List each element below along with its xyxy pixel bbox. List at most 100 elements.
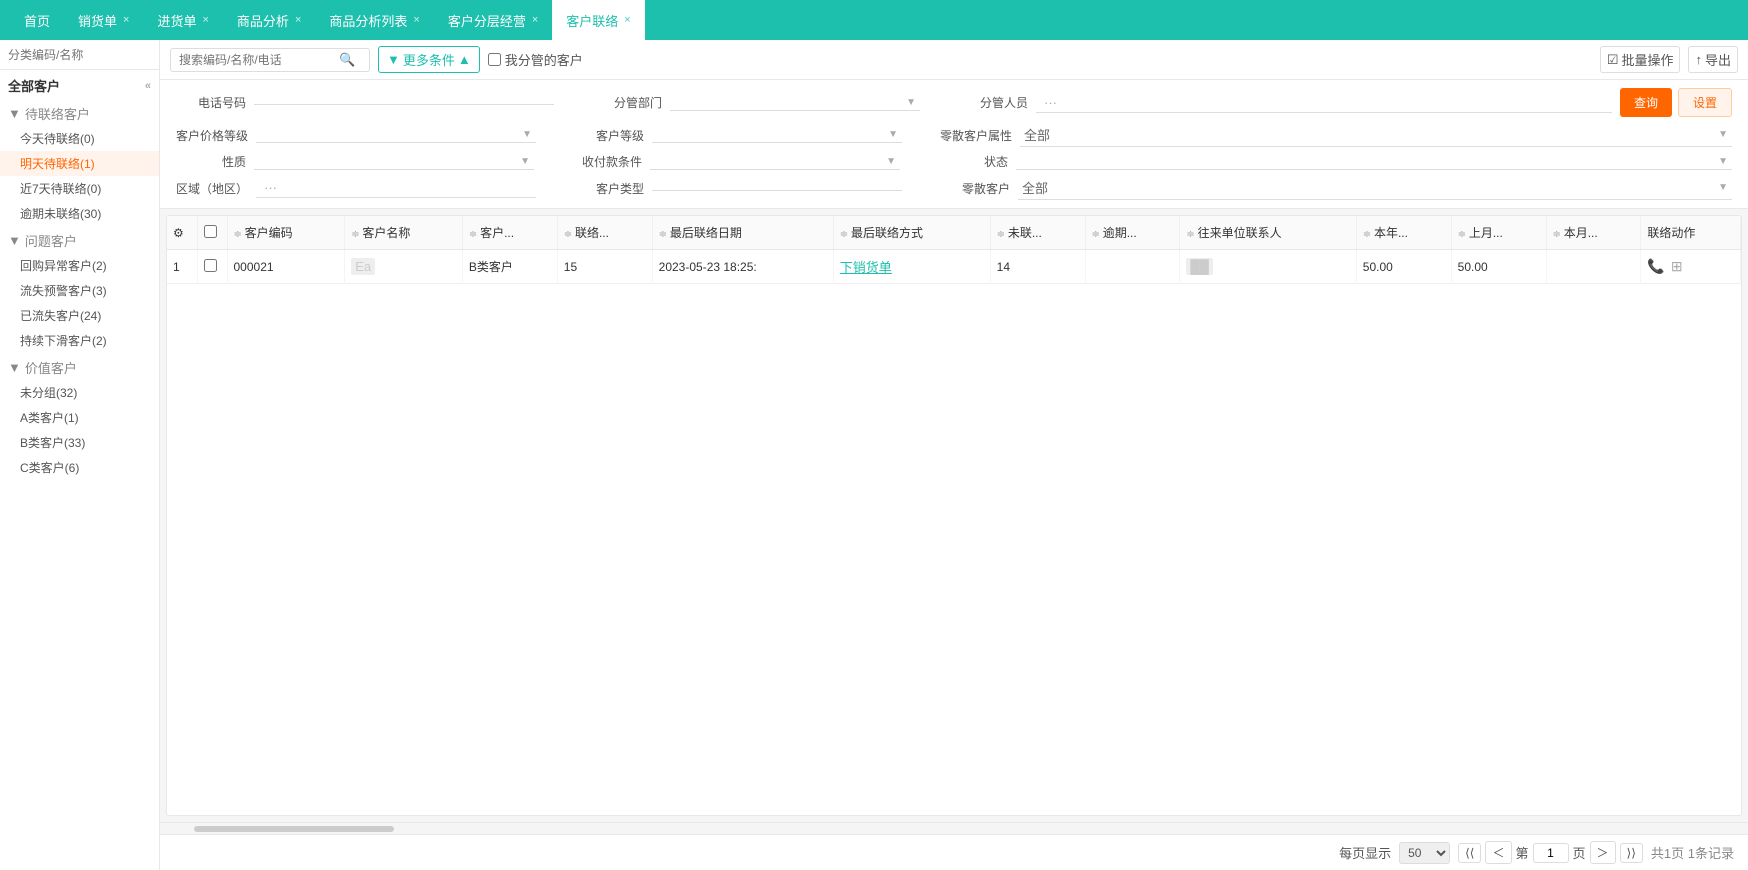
th-type[interactable]: 客户... — [462, 216, 557, 250]
sidebar-item-lost-customers[interactable]: 已流失客户(24) — [0, 303, 159, 328]
close-icon[interactable]: × — [202, 14, 208, 26]
last-page-btn[interactable]: ⟩⟩ — [1620, 843, 1643, 863]
sidebar-item-declining-customers[interactable]: 持续下滑客户(2) — [0, 328, 159, 353]
filter-select-status[interactable]: ▼ — [1016, 154, 1732, 170]
filter-panel: 电话号码 分管部门 ▼ 分管人员 ··· 查询 设置 客户价格等级 — [160, 80, 1748, 209]
filter-input-customer-type[interactable] — [652, 186, 902, 191]
group-value-customers[interactable]: ▼ 价值客户 — [0, 353, 159, 380]
toolbar-right: ☑ 批量操作 ↑ 导出 — [1600, 46, 1738, 73]
td-overdue — [1085, 250, 1180, 284]
th-last-month[interactable]: 上月... — [1451, 216, 1546, 250]
prev-page-btn[interactable]: ＜ — [1485, 841, 1511, 864]
grid-icon[interactable]: ⊞ — [1671, 258, 1683, 275]
th-this-month[interactable]: 本月... — [1546, 216, 1641, 250]
th-unlinked[interactable]: 未联... — [990, 216, 1085, 250]
nav-item-analysis[interactable]: 商品分析 × — [223, 0, 315, 40]
nav-item-analysis-list[interactable]: 商品分析列表 × — [315, 0, 433, 40]
my-customers-checkbox[interactable]: 我分管的客户 — [488, 50, 583, 69]
close-icon[interactable]: × — [123, 14, 129, 26]
row-checkbox[interactable] — [204, 259, 217, 272]
filter-select-price-level[interactable]: ▼ — [256, 127, 536, 143]
horizontal-scrollbar[interactable] — [160, 822, 1748, 834]
th-this-year[interactable]: 本年... — [1356, 216, 1451, 250]
th-settings[interactable]: ⚙ — [167, 216, 197, 250]
filter-select-scattered-attr[interactable]: 全部 ▼ — [1020, 123, 1732, 147]
filter-label-customer-type: 客户类型 — [574, 180, 644, 197]
sidebar-item-a-customers[interactable]: A类客户(1) — [0, 405, 159, 430]
sidebar-item-today-contact[interactable]: 今天待联络(0) — [0, 126, 159, 151]
nav-item-sales[interactable]: 销货单 × — [64, 0, 143, 40]
more-conditions-btn[interactable]: ▼ 更多条件 ▲ — [378, 46, 480, 73]
th-name[interactable]: 客户名称 — [345, 216, 463, 250]
filter-label-customer-level: 客户等级 — [574, 127, 644, 144]
th-contact-count[interactable]: 联络... — [557, 216, 652, 250]
filter-input-region[interactable]: ··· — [256, 178, 536, 198]
chevron-down-icon: ▼ — [888, 129, 898, 140]
filter-select-customer-level[interactable]: ▼ — [652, 127, 902, 143]
th-unit-contact[interactable]: 往来单位联系人 — [1180, 216, 1356, 250]
filter-select-nature[interactable]: ▼ — [254, 154, 534, 170]
close-icon[interactable]: × — [624, 14, 630, 26]
select-all-checkbox[interactable] — [204, 225, 217, 238]
sidebar-search-area: 🔍 — [0, 40, 159, 70]
filter-select-payment[interactable]: ▼ — [650, 154, 900, 170]
group-problem-customers[interactable]: ▼ 问题客户 — [0, 226, 159, 253]
th-action: 联络动作 — [1641, 216, 1741, 250]
sidebar-item-ungrouped[interactable]: 未分组(32) — [0, 380, 159, 405]
last-contact-link[interactable]: 下销货单 — [840, 260, 892, 275]
sidebar-item-overdue-contact[interactable]: 逾期未联络(30) — [0, 201, 159, 226]
main-search-input[interactable] — [179, 53, 339, 67]
chevron-down-icon: ▼ — [1718, 156, 1728, 167]
td-last-contact-way[interactable]: 下销货单 — [833, 250, 990, 284]
collapse-icon[interactable]: « — [145, 80, 151, 92]
nav-item-customer-layering[interactable]: 客户分层经营 × — [434, 0, 552, 40]
filter-label-scattered: 零散客户 — [940, 180, 1010, 197]
scrollbar-thumb[interactable] — [194, 826, 394, 832]
th-checkbox[interactable] — [197, 216, 227, 250]
my-customers-check[interactable] — [488, 53, 501, 66]
filter-row-4: 区域（地区） ··· 客户类型 零散客户 全部 ▼ — [176, 176, 1732, 200]
filter-label-manager: 分管人员 — [958, 94, 1028, 111]
sidebar-item-week-contact[interactable]: 近7天待联络(0) — [0, 176, 159, 201]
table-area: ⚙ 客户编码 客户名称 客户... 联络... 最后联络日期 最后联络方式 未联… — [166, 215, 1742, 816]
td-code: 000021 — [227, 250, 345, 284]
close-icon[interactable]: × — [413, 14, 419, 26]
sidebar-item-tomorrow-contact[interactable]: 明天待联络(1) — [0, 151, 159, 176]
nav-item-purchase[interactable]: 进货单 × — [143, 0, 222, 40]
filter-input-manager[interactable]: ··· — [1036, 93, 1612, 113]
td-type: B类客户 — [462, 250, 557, 284]
first-page-btn[interactable]: ⟨⟨ — [1458, 843, 1481, 863]
main-search-icon[interactable]: 🔍 — [339, 52, 355, 68]
th-last-contact-way[interactable]: 最后联络方式 — [833, 216, 990, 250]
th-last-contact-date[interactable]: 最后联络日期 — [652, 216, 833, 250]
th-code[interactable]: 客户编码 — [227, 216, 345, 250]
filter-select-dept[interactable]: ▼ — [670, 95, 920, 111]
chevron-down-icon: ▼ — [1718, 182, 1728, 193]
sidebar-item-loss-warning[interactable]: 流失预警客户(3) — [0, 278, 159, 303]
all-customers-header[interactable]: 全部客户 « — [0, 70, 159, 99]
sidebar-item-b-customers[interactable]: B类客户(33) — [0, 430, 159, 455]
settings-btn[interactable]: 设置 — [1678, 88, 1732, 117]
close-icon[interactable]: × — [295, 14, 301, 26]
phone-icon[interactable]: 📞 — [1647, 258, 1664, 275]
td-checkbox[interactable] — [197, 250, 227, 284]
query-btn[interactable]: 查询 — [1620, 88, 1672, 117]
close-icon[interactable]: × — [532, 14, 538, 26]
next-page-btn[interactable]: ＞ — [1590, 841, 1616, 864]
th-overdue[interactable]: 逾期... — [1085, 216, 1180, 250]
page-size-select[interactable]: 50 10 20 100 — [1399, 842, 1450, 864]
page-nav: ⟨⟨ ＜ 第 页 ＞ ⟩⟩ — [1458, 841, 1643, 864]
sidebar-item-repurchase-abnormal[interactable]: 回购异常客户(2) — [0, 253, 159, 278]
export-btn[interactable]: ↑ 导出 — [1688, 46, 1738, 73]
sidebar-search-input[interactable] — [8, 48, 160, 62]
sidebar: 🔍 全部客户 « ▼ 待联络客户 今天待联络(0) 明天待联络(1) 近7天待联… — [0, 40, 160, 870]
nav-item-customer-contact[interactable]: 客户联络 × — [552, 0, 644, 40]
page-number-input[interactable] — [1533, 843, 1569, 863]
filter-label-region: 区域（地区） — [176, 180, 248, 197]
filter-select-scattered[interactable]: 全部 ▼ — [1018, 176, 1732, 200]
batch-op-btn[interactable]: ☑ 批量操作 — [1600, 46, 1681, 73]
filter-input-phone[interactable] — [254, 100, 554, 105]
nav-home[interactable]: 首页 — [10, 0, 64, 40]
group-pending-contact[interactable]: ▼ 待联络客户 — [0, 99, 159, 126]
sidebar-item-c-customers[interactable]: C类客户(6) — [0, 455, 159, 480]
